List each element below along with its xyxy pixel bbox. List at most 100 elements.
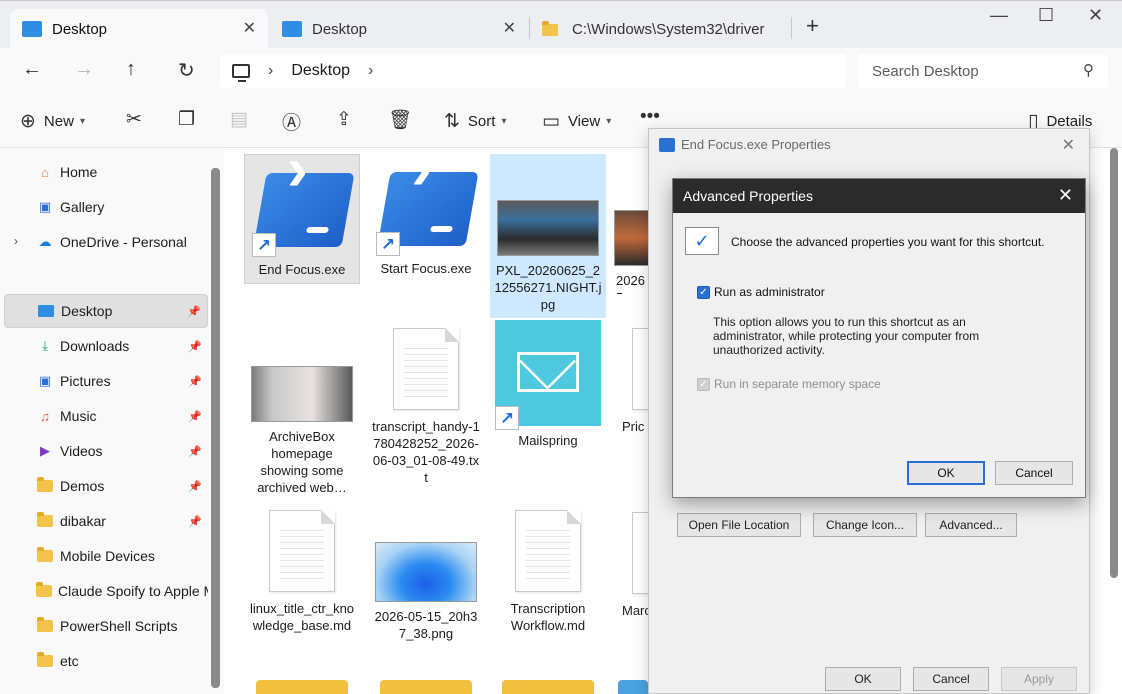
advanced-button[interactable]: Advanced... [925, 513, 1017, 537]
file-mailspring[interactable]: ↗ Mailspring [490, 320, 606, 460]
more-options-icon[interactable]: ••• [640, 106, 660, 128]
chevron-right-icon[interactable]: › [268, 62, 273, 80]
folder-icon[interactable] [502, 680, 594, 694]
nav-gallery[interactable]: ▣ Gallery [4, 190, 208, 224]
pin-icon[interactable]: 📌 [188, 340, 202, 353]
cancel-button[interactable]: Cancel [995, 461, 1073, 485]
share-icon[interactable]: ⇪ [336, 108, 352, 131]
nav-demos[interactable]: Demos 📌 [4, 469, 208, 503]
powershell-icon: ↗ [376, 172, 479, 256]
nav-onedrive[interactable]: ☁ OneDrive - Personal [4, 225, 208, 259]
open-file-location-button[interactable]: Open File Location [677, 513, 801, 537]
search-input[interactable]: Search Desktop ⚲ [858, 54, 1108, 88]
title-bar: Desktop ✕ Desktop ✕ C:\Windows\System32\… [0, 0, 1122, 49]
nav-desktop[interactable]: Desktop 📌 [4, 294, 208, 328]
file-name: linux_title_ctr_knowledge_base.md [249, 601, 355, 633]
nav-home[interactable]: ⌂ Home [4, 155, 208, 189]
pin-icon[interactable]: 📌 [188, 515, 202, 528]
tab-desktop-1[interactable]: Desktop ✕ [10, 9, 268, 49]
nav-videos[interactable]: ▶ Videos 📌 [4, 434, 208, 468]
chevron-down-icon: ▾ [79, 116, 85, 127]
forward-button[interactable]: → [74, 58, 94, 81]
cut-icon[interactable]: ✂ [126, 108, 142, 131]
checkmark-icon: ✓ [685, 227, 719, 255]
computer-icon [232, 64, 250, 82]
up-button[interactable]: ↑ [126, 58, 136, 81]
chevron-right-icon[interactable]: › [368, 62, 373, 80]
nav-pictures[interactable]: ▣ Pictures 📌 [4, 364, 208, 398]
ok-button[interactable]: OK [825, 667, 901, 691]
nav-music[interactable]: ♫ Music 📌 [4, 399, 208, 433]
file-2026-05-15-png[interactable]: 2026-05-15_20h37_38.png [368, 506, 484, 646]
minimize-button[interactable]: — [990, 5, 1008, 26]
folder-icon[interactable] [256, 680, 348, 694]
sort-button[interactable]: ⇅ Sort ▾ [444, 110, 506, 133]
ok-button[interactable]: OK [907, 461, 985, 485]
paste-icon[interactable]: ▤ [230, 108, 248, 131]
pin-icon[interactable]: 📌 [187, 305, 201, 318]
new-tab-button[interactable]: + [806, 13, 819, 39]
file-start-focus[interactable]: ↗ Start Focus.exe [368, 154, 484, 284]
nav-mobile-devices[interactable]: Mobile Devices [4, 539, 208, 573]
button-label: Cancel [932, 672, 970, 686]
file-2026-partial[interactable]: 2026 5 [612, 154, 652, 294]
nav-claude-spotify[interactable]: Claude Spoify to Apple M [4, 574, 208, 608]
pin-icon[interactable]: 📌 [188, 445, 202, 458]
rename-icon[interactable]: Ⓐ [282, 108, 301, 135]
tab-desktop-2[interactable]: Desktop ✕ [270, 9, 528, 49]
pin-icon[interactable]: 📌 [188, 375, 202, 388]
close-window-button[interactable]: ✕ [1088, 5, 1103, 26]
new-button[interactable]: ⊕ New ▾ [20, 110, 85, 133]
nav-dibakar[interactable]: dibakar 📌 [4, 504, 208, 538]
cancel-button[interactable]: Cancel [913, 667, 989, 691]
cloud-icon: ☁ [38, 234, 52, 249]
close-icon[interactable]: ✕ [1058, 185, 1073, 206]
photo-thumbnail [497, 200, 599, 256]
run-as-admin-checkbox[interactable]: ✓ Run as administrator [697, 285, 825, 299]
folder-icon[interactable] [380, 680, 472, 694]
delete-icon[interactable]: 🗑 [388, 108, 412, 132]
shortcut-arrow-icon: ↗ [252, 233, 276, 257]
pin-icon[interactable]: 📌 [188, 410, 202, 423]
folder-icon[interactable] [618, 680, 648, 694]
photo-thumbnail [375, 542, 477, 602]
nav-etc[interactable]: etc [4, 644, 208, 678]
copy-icon[interactable]: ❐ [178, 108, 195, 131]
file-end-focus[interactable]: ↗ End Focus.exe [244, 154, 360, 284]
file-linux-title[interactable]: linux_title_ctr_knowledge_base.md [244, 506, 360, 666]
nav-powershell-scripts[interactable]: PowerShell Scripts [4, 609, 208, 643]
chevron-down-icon: ▾ [606, 116, 612, 127]
maximize-button[interactable]: ☐ [1038, 5, 1054, 26]
nav-downloads[interactable]: ⤓ Downloads 📌 [4, 329, 208, 363]
close-tab-icon[interactable]: ✕ [503, 18, 516, 38]
folder-icon [36, 477, 54, 494]
view-button[interactable]: ▭ View ▾ [542, 110, 611, 133]
tab-label: C:\Windows\System32\driver [572, 20, 765, 38]
properties-title-text: End Focus.exe Properties [681, 137, 831, 152]
change-icon-button[interactable]: Change Icon... [813, 513, 917, 537]
apply-button[interactable]: Apply [1001, 667, 1077, 691]
address-bar[interactable]: › Desktop › [220, 54, 846, 88]
separate-memory-checkbox[interactable]: ✓ Run in separate memory space [697, 377, 881, 391]
markdown-file-icon [515, 510, 581, 592]
button-label: OK [854, 672, 872, 686]
close-icon[interactable]: ✕ [1062, 135, 1075, 155]
refresh-button[interactable]: ↻ [178, 58, 195, 83]
folder-icon [36, 617, 54, 634]
breadcrumb-desktop[interactable]: Desktop [291, 62, 350, 80]
pin-icon[interactable]: 📌 [188, 480, 202, 493]
file-transcription-workflow[interactable]: Transcription Workflow.md [490, 506, 606, 646]
file-archivebox[interactable]: ArchiveBox homepage showing some archive… [244, 316, 360, 496]
back-button[interactable]: ← [22, 58, 42, 81]
file-transcript[interactable]: transcript_handy-1780428252_2026-06-03_0… [368, 316, 484, 496]
tab-system32-driver[interactable]: C:\Windows\System32\driver [530, 9, 788, 49]
nav-scrollbar[interactable] [211, 168, 220, 688]
checkbox-checked-icon: ✓ [697, 377, 710, 391]
close-tab-icon[interactable]: ✕ [243, 18, 256, 38]
file-pxl-night[interactable]: PXL_20260625_212556271.NIGHT.jpg [490, 154, 606, 318]
content-scrollbar[interactable] [1110, 148, 1118, 578]
download-icon: ⤓ [42, 338, 48, 353]
plus-circle-icon: ⊕ [20, 111, 36, 132]
nav-label: Downloads [60, 338, 130, 354]
file-name: Mailspring [518, 433, 578, 448]
